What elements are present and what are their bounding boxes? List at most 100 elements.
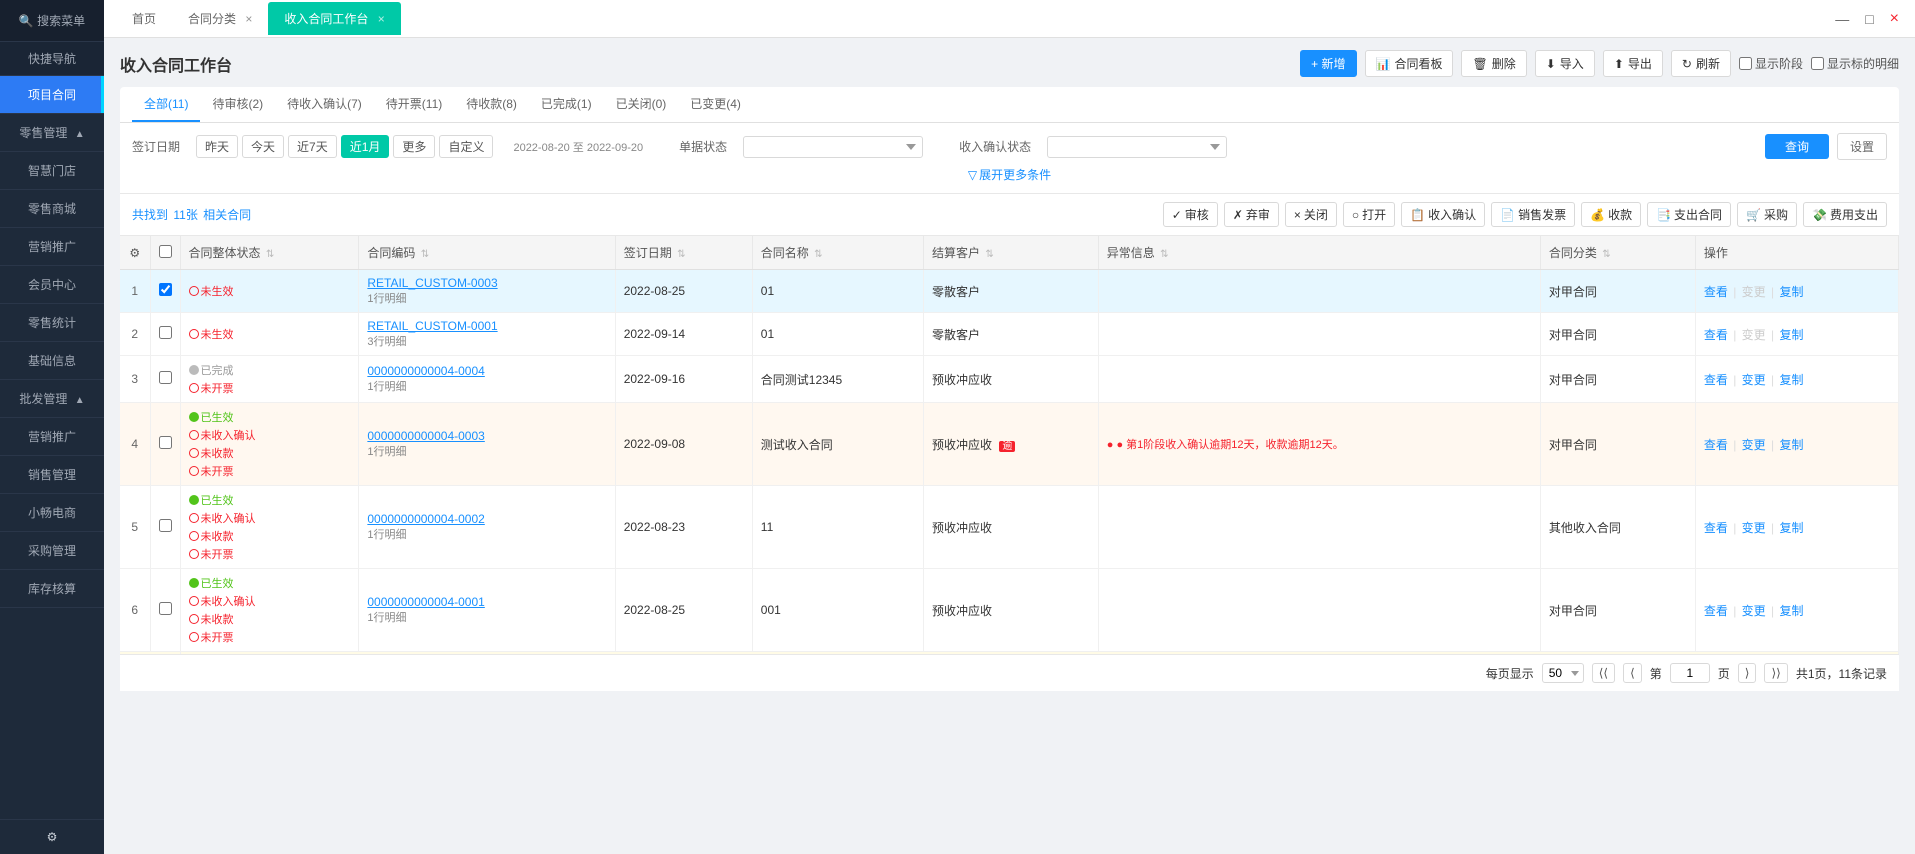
contract-code-link[interactable]: RETAIL_CUSTOM-0001 xyxy=(367,319,497,333)
payout-btn[interactable]: 📑 支出合同 xyxy=(1647,202,1731,227)
copy-btn[interactable]: 复制 xyxy=(1780,521,1804,535)
prev-page-btn[interactable]: ⟨ xyxy=(1623,663,1642,683)
sidebar-item-marketing[interactable]: 营销推广 xyxy=(0,228,104,266)
copy-btn[interactable]: 复制 xyxy=(1780,328,1804,342)
date-btn-custom[interactable]: 自定义 xyxy=(439,135,493,158)
change-btn[interactable]: 变更 xyxy=(1742,604,1766,618)
settings-button[interactable]: 设置 xyxy=(1837,133,1887,160)
delete-button[interactable]: 🗑 删除 xyxy=(1461,50,1526,77)
col-settings[interactable]: ⚙ xyxy=(120,236,150,270)
contract-code-link[interactable]: 0000000000004-0001 xyxy=(367,595,484,609)
tab-close-icon[interactable]: × xyxy=(245,12,252,26)
view-btn[interactable]: 查看 xyxy=(1704,373,1728,387)
show-details-input[interactable] xyxy=(1811,57,1824,70)
window-maximize-btn[interactable]: □ xyxy=(1861,9,1877,29)
show-fields-input[interactable] xyxy=(1739,57,1752,70)
sidebar-item-inventory[interactable]: 库存核算 xyxy=(0,570,104,608)
row-checkbox[interactable] xyxy=(150,403,180,486)
row-checkbox[interactable] xyxy=(150,313,180,356)
contract-code-link[interactable]: 0000000000004-0004 xyxy=(367,364,484,378)
sidebar-item-retail-mall[interactable]: 零售商城 xyxy=(0,190,104,228)
tab-home[interactable]: 首页 xyxy=(116,2,172,35)
expand-conditions-btn[interactable]: ▽ 展开更多条件 xyxy=(968,166,1051,183)
copy-btn[interactable]: 复制 xyxy=(1780,438,1804,452)
sidebar-item-ecom[interactable]: 小畅电商 xyxy=(0,494,104,532)
view-btn[interactable]: 查看 xyxy=(1704,521,1728,535)
sidebar-item-retail-stats[interactable]: 零售统计 xyxy=(0,304,104,342)
expense-btn[interactable]: 💸 费用支出 xyxy=(1803,202,1887,227)
sub-tab-pending-review[interactable]: 待审核(2) xyxy=(200,87,275,122)
sub-tab-pending-payment[interactable]: 待收款(8) xyxy=(454,87,529,122)
change-btn[interactable]: 变更 xyxy=(1742,438,1766,452)
doc-status-select[interactable] xyxy=(743,136,923,158)
col-code[interactable]: 合同编码 ⇅ xyxy=(359,236,615,270)
tab-income-workbench[interactable]: 收入合同工作台 × xyxy=(268,2,400,35)
import-button[interactable]: ⬇ 导入 xyxy=(1535,50,1595,77)
sub-tab-pending-income[interactable]: 待收入确认(7) xyxy=(275,87,374,122)
row-checkbox[interactable] xyxy=(150,270,180,313)
sidebar-settings[interactable]: ⚙ xyxy=(0,819,104,854)
date-btn-more[interactable]: 更多 xyxy=(393,135,435,158)
sub-tab-all[interactable]: 全部(11) xyxy=(132,87,200,122)
sub-tab-closed[interactable]: 已关闭(0) xyxy=(604,87,679,122)
date-btn-7days[interactable]: 近7天 xyxy=(288,135,337,158)
income-confirm-btn[interactable]: 📋 收入确认 xyxy=(1401,202,1485,227)
review-btn[interactable]: ✓ 审核 xyxy=(1163,202,1218,227)
copy-btn[interactable]: 复制 xyxy=(1780,373,1804,387)
row-checkbox[interactable] xyxy=(150,486,180,569)
sub-tab-pending-invoice[interactable]: 待开票(11) xyxy=(374,87,454,122)
next-page-btn[interactable]: ⟩ xyxy=(1738,663,1757,683)
change-btn[interactable]: 变更 xyxy=(1742,521,1766,535)
contract-code-link[interactable]: 0000000000004-0003 xyxy=(367,429,484,443)
view-btn[interactable]: 查看 xyxy=(1704,285,1728,299)
refresh-button[interactable]: ↻ 刷新 xyxy=(1671,50,1731,77)
view-btn[interactable]: 查看 xyxy=(1704,604,1728,618)
show-fields-checkbox[interactable]: 显示阶段 xyxy=(1739,55,1803,72)
col-customer[interactable]: 结算客户 ⇅ xyxy=(924,236,1099,270)
date-btn-today[interactable]: 今天 xyxy=(242,135,284,158)
view-btn[interactable]: 查看 xyxy=(1704,328,1728,342)
income-status-select[interactable] xyxy=(1047,136,1227,158)
row-checkbox[interactable] xyxy=(150,356,180,403)
sidebar-search[interactable]: 🔍 搜索菜单 xyxy=(0,0,104,42)
sidebar-nav[interactable]: 快捷导航 xyxy=(0,42,104,76)
col-category[interactable]: 合同分类 ⇅ xyxy=(1540,236,1695,270)
purchase-btn[interactable]: 🛒 采购 xyxy=(1737,202,1797,227)
sidebar-item-retail-mgmt[interactable]: 零售管理 ▲ xyxy=(0,114,104,152)
sidebar-item-project[interactable]: 项目合同 xyxy=(0,76,104,114)
sub-tab-changed[interactable]: 已变更(4) xyxy=(678,87,753,122)
col-sign-date[interactable]: 签订日期 ⇅ xyxy=(615,236,752,270)
contract-code-link[interactable]: 0000000000004-0002 xyxy=(367,512,484,526)
col-name[interactable]: 合同名称 ⇅ xyxy=(752,236,923,270)
close-btn[interactable]: × 关闭 xyxy=(1285,202,1337,227)
tab-close-icon2[interactable]: × xyxy=(378,12,385,26)
page-size-select[interactable]: 50 xyxy=(1542,663,1584,683)
date-btn-yesterday[interactable]: 昨天 xyxy=(196,135,238,158)
sidebar-item-member[interactable]: 会员中心 xyxy=(0,266,104,304)
sidebar-item-wholesale[interactable]: 批发管理 ▲ xyxy=(0,380,104,418)
show-details-checkbox[interactable]: 显示标的明细 xyxy=(1811,55,1899,72)
export-button[interactable]: ⬆ 导出 xyxy=(1603,50,1663,77)
sidebar-item-smart-store[interactable]: 智慧门店 xyxy=(0,152,104,190)
window-close-btn[interactable]: × xyxy=(1886,8,1903,30)
change-btn[interactable]: 变更 xyxy=(1742,328,1766,342)
last-page-btn[interactable]: ⟩⟩ xyxy=(1764,663,1787,683)
change-btn[interactable]: 变更 xyxy=(1742,373,1766,387)
sales-invoice-btn[interactable]: 📄 销售发票 xyxy=(1491,202,1575,227)
copy-btn[interactable]: 复制 xyxy=(1780,604,1804,618)
sidebar-item-base-info[interactable]: 基础信息 xyxy=(0,342,104,380)
col-status[interactable]: 合同整体状态 ⇅ xyxy=(180,236,359,270)
sub-tab-completed[interactable]: 已完成(1) xyxy=(529,87,604,122)
dashboard-button[interactable]: 📊 合同看板 xyxy=(1365,50,1454,77)
open-btn[interactable]: ○ 打开 xyxy=(1343,202,1395,227)
contract-code-link[interactable]: RETAIL_CUSTOM-0003 xyxy=(367,276,497,290)
abandon-btn[interactable]: ✗ 弃审 xyxy=(1224,202,1279,227)
date-btn-1month[interactable]: 近1月 xyxy=(341,135,390,158)
page-number-input[interactable] xyxy=(1670,663,1710,683)
sidebar-item-sales-mgmt[interactable]: 销售管理 xyxy=(0,456,104,494)
window-minimize-btn[interactable]: — xyxy=(1831,9,1853,29)
view-btn[interactable]: 查看 xyxy=(1704,438,1728,452)
sidebar-item-purchase[interactable]: 采购管理 xyxy=(0,532,104,570)
payment-btn[interactable]: 💰 收款 xyxy=(1581,202,1641,227)
copy-btn[interactable]: 复制 xyxy=(1780,285,1804,299)
